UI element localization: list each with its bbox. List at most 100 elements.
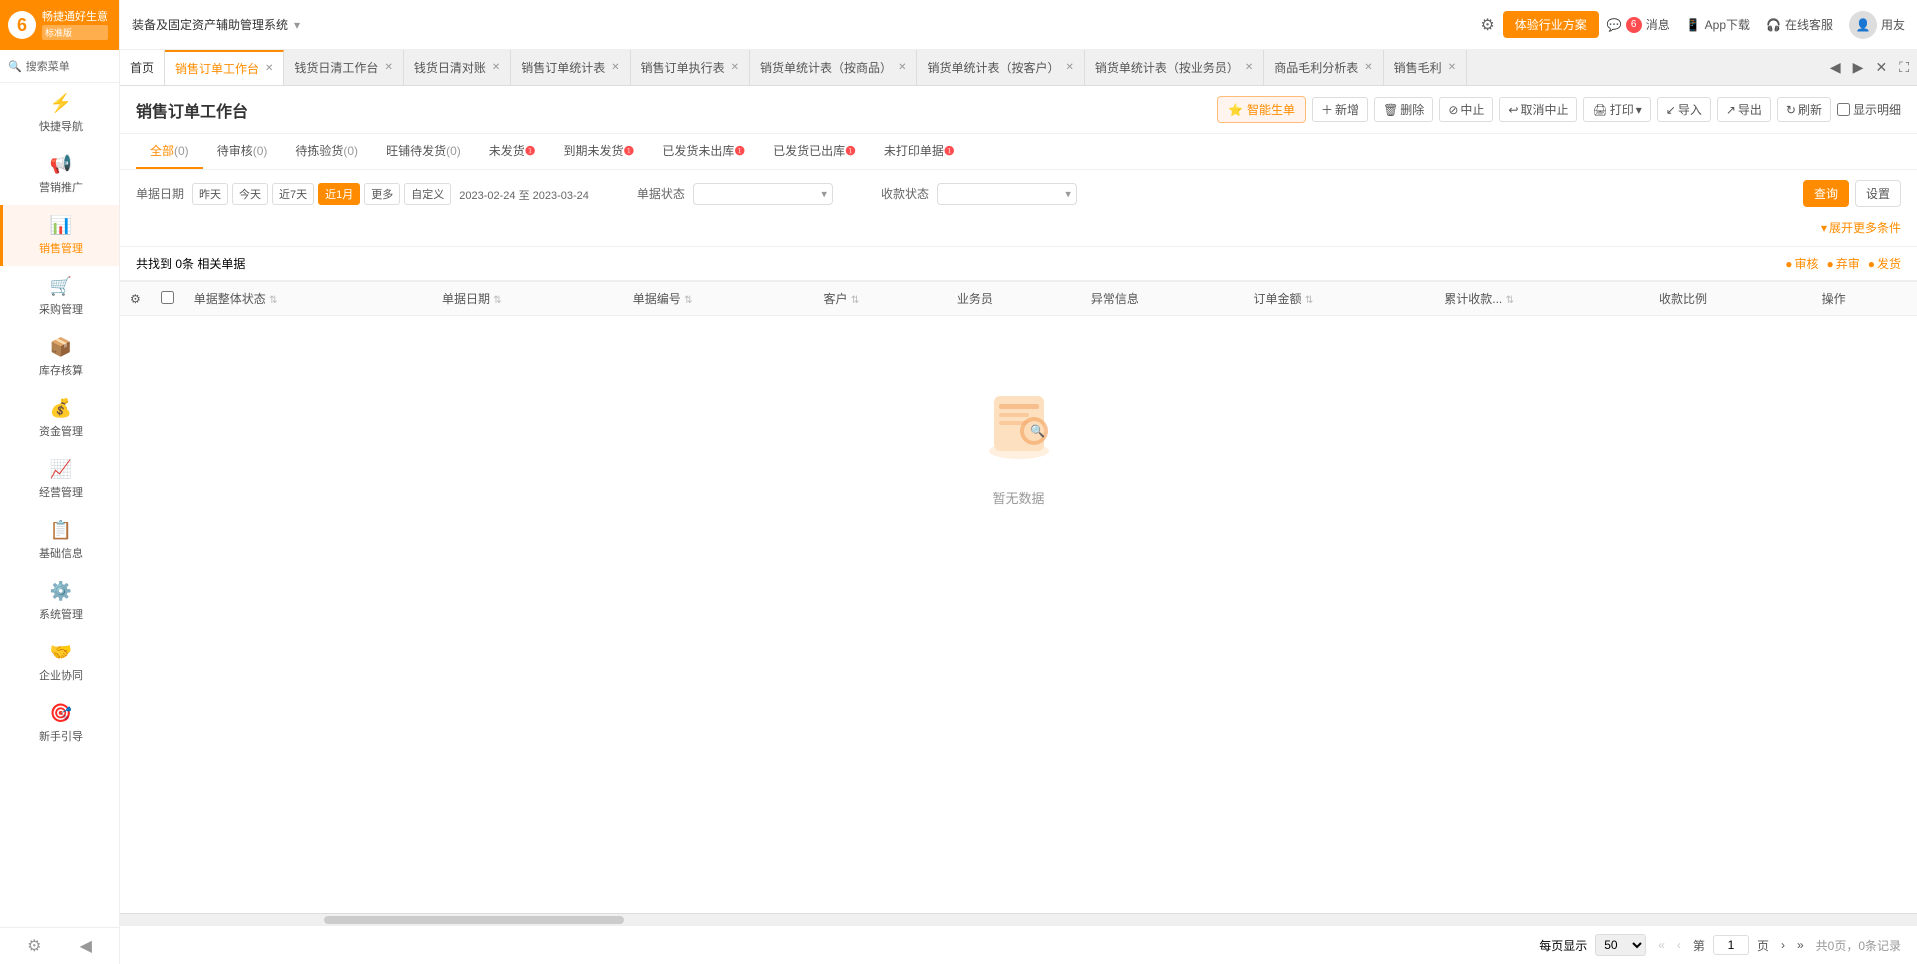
prev-page-btn[interactable]: ‹	[1673, 936, 1685, 954]
settings-icon[interactable]: ⚙	[27, 936, 41, 956]
ship-action[interactable]: ● 发货	[1868, 255, 1901, 272]
online-service-group[interactable]: 🎧 在线客服	[1766, 16, 1833, 33]
tab-sales-order-workspace[interactable]: 销售订单工作台 ✕	[165, 50, 284, 86]
last-page-btn[interactable]: »	[1793, 936, 1808, 954]
tab-product-margin[interactable]: 商品毛利分析表 ✕	[1264, 50, 1383, 86]
refresh-btn[interactable]: ↻ 刷新	[1777, 97, 1831, 122]
scroll-thumb[interactable]	[324, 916, 624, 924]
export-btn[interactable]: ↗ 导出	[1717, 97, 1771, 122]
query-btn[interactable]: 查询	[1803, 180, 1849, 207]
show-detail-label[interactable]: 显示明细	[1837, 101, 1901, 118]
sidebar-item-purchase[interactable]: 🛒 采购管理	[0, 266, 119, 327]
settings-btn[interactable]: 设置	[1855, 180, 1901, 207]
sidebar-item-enterprise[interactable]: 🤝 企业协同	[0, 632, 119, 693]
subtab-pending-inspect[interactable]: 待拣验货(0)	[281, 134, 372, 169]
first-page-btn[interactable]: «	[1654, 936, 1669, 954]
date-btn-1month[interactable]: 近1月	[318, 183, 360, 205]
sidebar-item-quick-nav[interactable]: ⚡ 快捷导航	[0, 83, 119, 144]
ship-dot: ●	[1868, 257, 1875, 271]
industry-btn[interactable]: 体验行业方案	[1503, 11, 1599, 38]
tab-close-btn[interactable]: ✕	[611, 62, 619, 73]
sort-amount-icon[interactable]: ⇅	[1305, 295, 1313, 306]
topbar-dropdown-arrow[interactable]: ▾	[294, 18, 300, 32]
sort-collected-icon[interactable]: ⇅	[1506, 295, 1514, 306]
tab-close-btn[interactable]: ✕	[492, 62, 500, 73]
tab-close-btn[interactable]: ✕	[1065, 62, 1073, 73]
sort-status-icon[interactable]: ⇅	[269, 295, 277, 306]
sidebar-item-operations[interactable]: 📈 经营管理	[0, 449, 119, 510]
tab-close-btn[interactable]: ✕	[898, 62, 906, 73]
tab-close-btn[interactable]: ✕	[731, 62, 739, 73]
expand-conditions-btn[interactable]: ▾ 展开更多条件	[1821, 219, 1901, 236]
tab-sales-profit[interactable]: 销售毛利 ✕	[1384, 50, 1467, 86]
delete-btn[interactable]: 🗑 删除	[1374, 97, 1433, 122]
tab-close-btn[interactable]: ✕	[1364, 62, 1372, 73]
topbar-system-title: 装备及固定资产辅助管理系统 ▾	[132, 16, 1472, 33]
subtab-wangpu-pending[interactable]: 旺铺待发货(0)	[372, 134, 475, 169]
page-input[interactable]	[1713, 935, 1749, 955]
payment-select[interactable]	[937, 183, 1077, 205]
tab-close-btn[interactable]: ✕	[265, 63, 273, 74]
col-number: 单据编号 ⇅	[623, 282, 814, 316]
import-btn[interactable]: ↙ 导入	[1657, 97, 1711, 122]
tab-nav-prev[interactable]: ◀	[1826, 57, 1845, 78]
app-download-group[interactable]: 📱 App下载	[1686, 16, 1750, 33]
subtab-shipped-not-out[interactable]: 已发货未出库❶	[648, 134, 759, 169]
subtab-not-shipped[interactable]: 未发货❶	[475, 134, 550, 169]
add-btn[interactable]: ＋ 新增	[1312, 97, 1368, 122]
subtab-pending-review[interactable]: 待审核(0)	[203, 134, 282, 169]
sidebar-item-newbie[interactable]: 🎯 新手引导	[0, 693, 119, 754]
date-btn-custom[interactable]: 自定义	[404, 183, 451, 205]
message-group[interactable]: 💬 6 消息	[1607, 16, 1670, 33]
user-group[interactable]: 👤 用友	[1849, 11, 1905, 39]
sidebar-item-basic-info[interactable]: 📋 基础信息	[0, 510, 119, 571]
subtab-shipped-out[interactable]: 已发货已出库❶	[759, 134, 870, 169]
tab-close-btn[interactable]: ✕	[1448, 62, 1456, 73]
date-btn-7days[interactable]: 近7天	[272, 183, 314, 205]
sidebar-item-sales[interactable]: 📊 销售管理	[0, 205, 119, 266]
sidebar-item-system[interactable]: ⚙️ 系统管理	[0, 571, 119, 632]
tab-nav-next[interactable]: ▶	[1849, 57, 1868, 78]
sort-date-icon[interactable]: ⇅	[493, 295, 501, 306]
horizontal-scrollbar[interactable]	[120, 913, 1917, 925]
sidebar-item-marketing[interactable]: 📢 营销推广	[0, 144, 119, 205]
tab-sales-stats-product[interactable]: 销货单统计表（按商品） ✕	[750, 50, 917, 86]
sort-number-icon[interactable]: ⇅	[684, 295, 692, 306]
next-page-btn[interactable]: ›	[1777, 936, 1789, 954]
sidebar-item-finance[interactable]: 💰 资金管理	[0, 388, 119, 449]
show-detail-checkbox[interactable]	[1837, 103, 1850, 116]
tab-home[interactable]: 首页	[120, 50, 165, 86]
topbar-settings-icon[interactable]: ⚙	[1480, 15, 1494, 35]
status-select[interactable]	[693, 183, 833, 205]
sort-customer-icon[interactable]: ⇅	[851, 295, 859, 306]
page-size-select[interactable]: 50 10 20 100	[1595, 934, 1646, 956]
tab-nav-close-all[interactable]: ✕	[1871, 57, 1891, 78]
date-btn-yesterday[interactable]: 昨天	[192, 183, 228, 205]
collapse-icon[interactable]: ◀	[80, 936, 92, 956]
col-settings[interactable]: ⚙	[120, 282, 151, 316]
subtab-not-printed[interactable]: 未打印单据❶	[870, 134, 969, 169]
select-all-checkbox[interactable]	[161, 291, 174, 304]
tab-daily-cash[interactable]: 钱货日清工作台 ✕	[284, 50, 403, 86]
print-btn[interactable]: 🖨 打印 ▾	[1583, 97, 1650, 122]
tab-sales-order-execute[interactable]: 销售订单执行表 ✕	[631, 50, 750, 86]
tab-sales-stats-staff[interactable]: 销货单统计表（按业务员） ✕	[1085, 50, 1264, 86]
tab-close-btn[interactable]: ✕	[384, 62, 392, 73]
tab-nav-maximize[interactable]: ⛶	[1895, 57, 1913, 78]
tab-sales-stats-customer[interactable]: 销货单统计表（按客户） ✕	[917, 50, 1084, 86]
tab-cash-reconciliation[interactable]: 钱货日清对账 ✕	[404, 50, 511, 86]
date-btn-today[interactable]: 今天	[232, 183, 268, 205]
cancel-action[interactable]: ● 弃审	[1826, 255, 1859, 272]
tab-close-btn[interactable]: ✕	[1245, 62, 1253, 73]
sidebar-item-inventory[interactable]: 📦 库存核算	[0, 327, 119, 388]
tab-sales-order-stats[interactable]: 销售订单统计表 ✕	[511, 50, 630, 86]
subtab-overdue-not-shipped[interactable]: 到期未发货❶	[550, 134, 649, 169]
smart-create-btn[interactable]: ⭐ 智能生单	[1217, 96, 1306, 123]
review-action[interactable]: ● 审核	[1785, 255, 1818, 272]
subtab-all[interactable]: 全部(0)	[136, 134, 203, 169]
print-dropdown-arrow[interactable]: ▾	[1636, 103, 1642, 117]
sidebar-search[interactable]: 🔍 搜索菜单	[0, 50, 119, 83]
cancel-suspend-btn[interactable]: ↩ 取消中止	[1499, 97, 1577, 122]
date-btn-more[interactable]: 更多	[364, 183, 400, 205]
suspend-btn[interactable]: ⊘ 中止	[1439, 97, 1493, 122]
